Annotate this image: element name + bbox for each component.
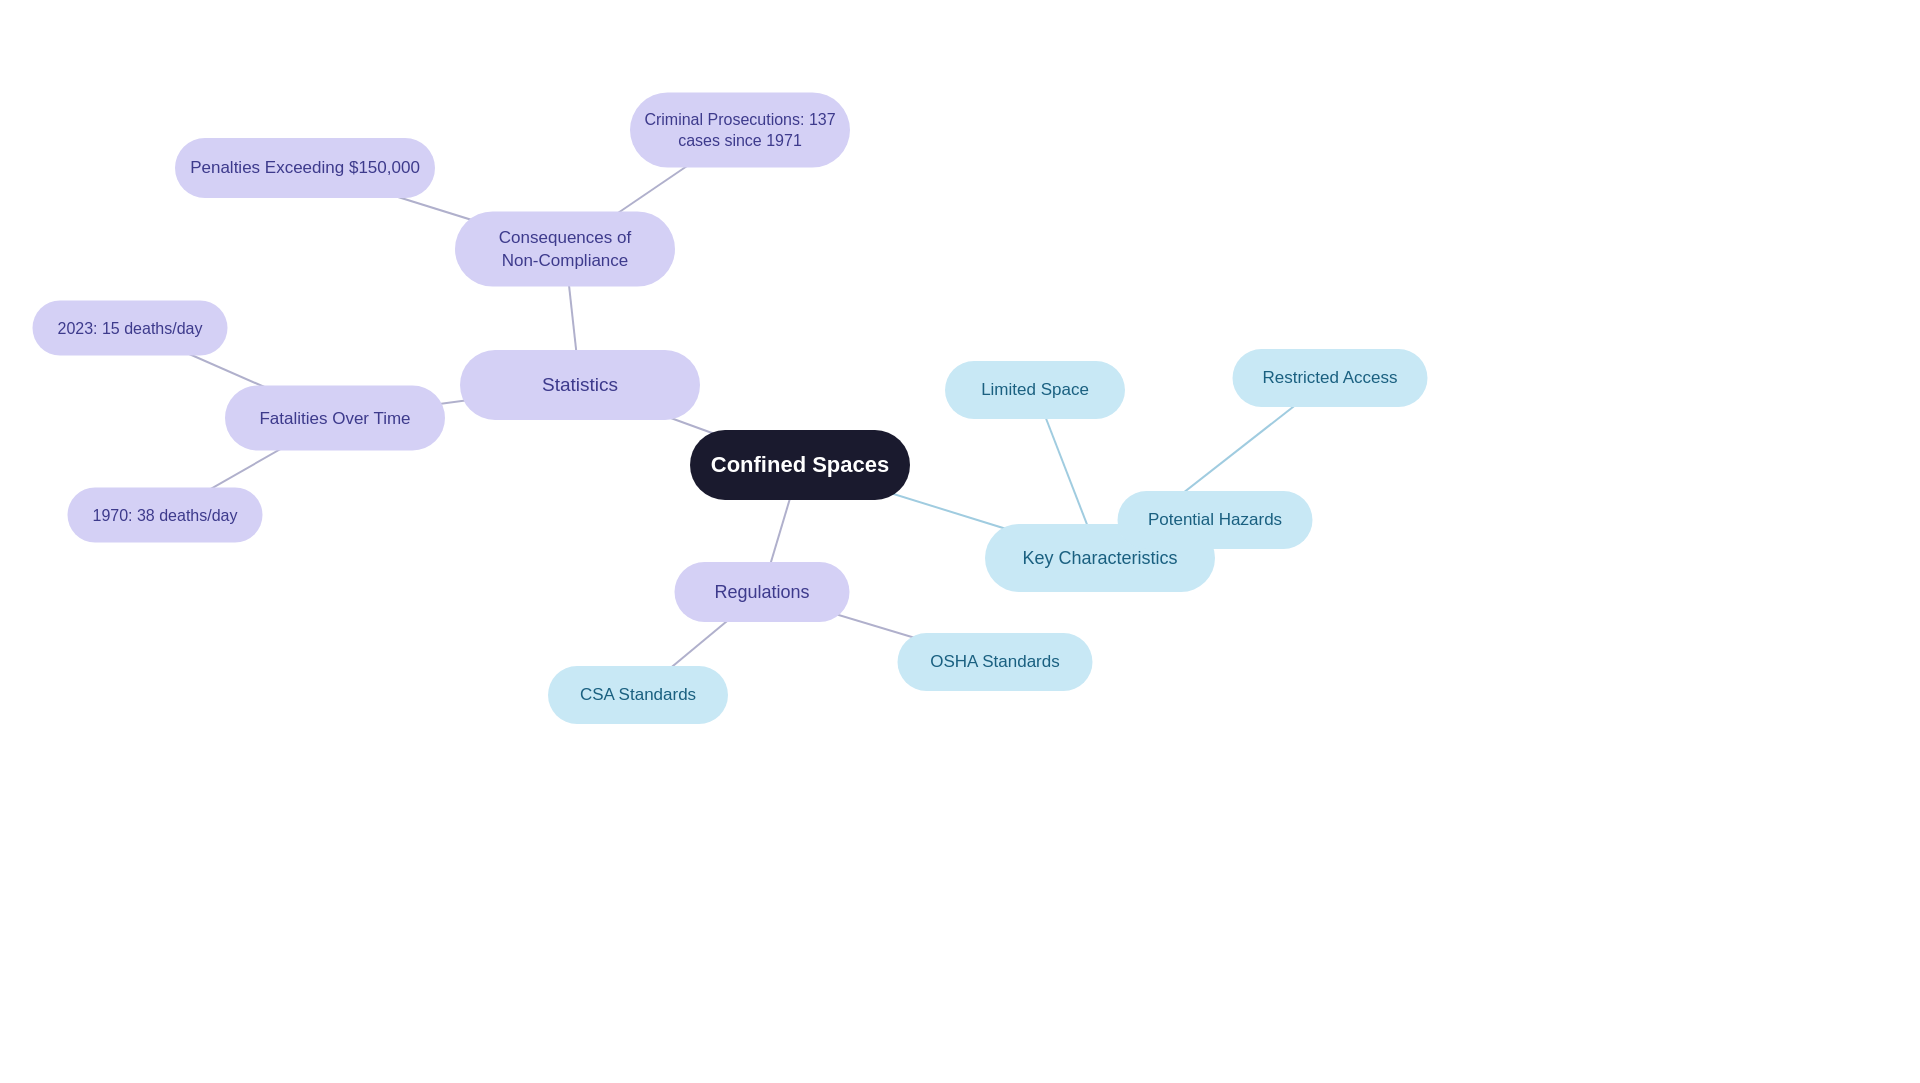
deaths2023-node[interactable]: 2023: 15 deaths/day (33, 301, 228, 356)
penalties-node[interactable]: Penalties Exceeding $150,000 (175, 138, 435, 198)
fatalities-node[interactable]: Fatalities Over Time (225, 386, 445, 451)
consequences-node[interactable]: Consequences of Non-Compliance (455, 212, 675, 287)
regulations-node[interactable]: Regulations (675, 562, 850, 622)
restricted-access-node[interactable]: Restricted Access (1233, 349, 1428, 407)
statistics-node[interactable]: Statistics (460, 350, 700, 420)
center-node[interactable]: Confined Spaces (690, 430, 910, 500)
criminal-node[interactable]: Criminal Prosecutions: 137 cases since 1… (630, 93, 850, 168)
potential-hazards-node[interactable]: Potential Hazards (1118, 491, 1313, 549)
limited-space-node[interactable]: Limited Space (945, 361, 1125, 419)
deaths1970-node[interactable]: 1970: 38 deaths/day (68, 488, 263, 543)
osha-node[interactable]: OSHA Standards (898, 633, 1093, 691)
csa-node[interactable]: CSA Standards (548, 666, 728, 724)
